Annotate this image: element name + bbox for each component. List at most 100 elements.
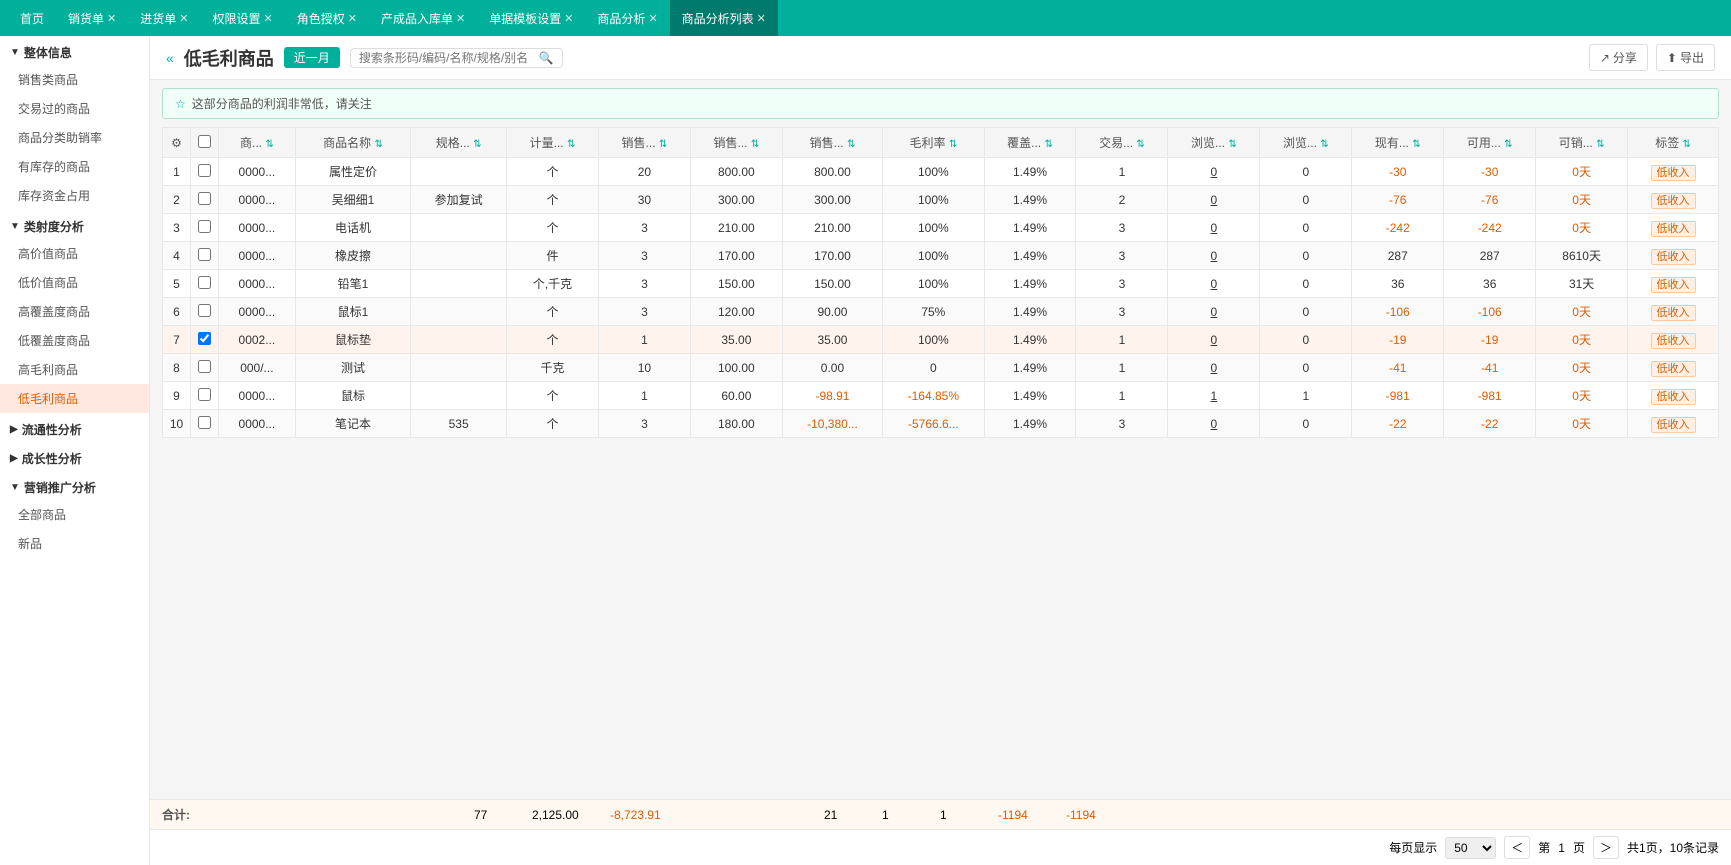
row-sales-qty: 10 — [598, 354, 690, 382]
nav-item-roles[interactable]: 角色授权✕ — [285, 0, 369, 36]
row-checkbox[interactable] — [191, 158, 219, 186]
sidebar-item-high-margin[interactable]: 高毛利商品 — [0, 355, 149, 384]
row-coverage: 1.49% — [984, 382, 1076, 410]
sidebar-group-title-value[interactable]: ▼ 类射度分析 — [0, 210, 149, 239]
sidebar-item-high-value[interactable]: 高价值商品 — [0, 239, 149, 268]
sidebar-item-traded-products[interactable]: 交易过的商品 — [0, 94, 149, 123]
next-page-button[interactable]: ＞ — [1593, 836, 1619, 859]
col-current-stock[interactable]: 现有... ⇅ — [1352, 128, 1444, 158]
col-gross-rate[interactable]: 毛利率 ⇅ — [883, 128, 984, 158]
row-sales-profit: 90.00 — [782, 298, 882, 326]
row-checkbox[interactable] — [191, 354, 219, 382]
row-view1[interactable]: 0 — [1168, 186, 1260, 214]
col-available[interactable]: 可用... ⇅ — [1444, 128, 1536, 158]
close-icon[interactable]: ✕ — [264, 12, 273, 25]
row-checkbox[interactable] — [191, 382, 219, 410]
nav-item-warehouse[interactable]: 产成品入库单✕ — [369, 0, 477, 36]
date-badge[interactable]: 近一月 — [284, 47, 340, 68]
col-sales-qty[interactable]: 销售... ⇅ — [598, 128, 690, 158]
row-view1[interactable]: 1 — [1168, 382, 1260, 410]
row-view1[interactable]: 0 — [1168, 214, 1260, 242]
row-code: 0000... — [219, 214, 296, 242]
close-icon[interactable]: ✕ — [564, 12, 573, 25]
nav-item-template[interactable]: 单据模板设置✕ — [477, 0, 585, 36]
search-input[interactable] — [359, 51, 539, 65]
col-sales-amount[interactable]: 销售... ⇅ — [690, 128, 782, 158]
row-view1[interactable]: 0 — [1168, 354, 1260, 382]
nav-item-home[interactable]: 首页 — [8, 0, 56, 36]
row-checkbox[interactable] — [191, 242, 219, 270]
col-code[interactable]: 商... ⇅ — [219, 128, 296, 158]
col-settings[interactable]: ⚙ — [163, 128, 191, 158]
row-select-checkbox[interactable] — [198, 192, 211, 205]
col-tag[interactable]: 标签 ⇅ — [1628, 128, 1719, 158]
export-button[interactable]: ⬆ 导出 — [1656, 44, 1715, 71]
row-select-checkbox[interactable] — [198, 332, 211, 345]
sidebar-group-title-marketing[interactable]: ▼ 营销推广分析 — [0, 471, 149, 500]
sidebar-collapse-btn[interactable]: « — [166, 50, 174, 66]
row-checkbox[interactable] — [191, 298, 219, 326]
row-select-checkbox[interactable] — [198, 276, 211, 289]
row-select-checkbox[interactable] — [198, 388, 211, 401]
col-spec[interactable]: 规格... ⇅ — [411, 128, 507, 158]
row-name: 吴细细1 — [295, 186, 410, 214]
sidebar-item-sales-products[interactable]: 销售类商品 — [0, 65, 149, 94]
row-select-checkbox[interactable] — [198, 164, 211, 177]
row-checkbox[interactable] — [191, 326, 219, 354]
close-icon[interactable]: ✕ — [648, 12, 657, 25]
row-select-checkbox[interactable] — [198, 304, 211, 317]
col-trade[interactable]: 交易... ⇅ — [1076, 128, 1168, 158]
sidebar-group-title-flow[interactable]: ▶ 流通性分析 — [0, 413, 149, 442]
sidebar-group-title-overall[interactable]: ▼ 整体信息 — [0, 36, 149, 65]
nav-item-purchase[interactable]: 进货单✕ — [128, 0, 200, 36]
row-view1[interactable]: 0 — [1168, 270, 1260, 298]
row-select-checkbox[interactable] — [198, 220, 211, 233]
close-icon[interactable]: ✕ — [179, 12, 188, 25]
nav-item-permissions[interactable]: 权限设置✕ — [200, 0, 284, 36]
search-icon[interactable]: 🔍 — [539, 51, 554, 65]
select-all-checkbox[interactable] — [198, 135, 211, 148]
col-view1[interactable]: 浏览... ⇅ — [1168, 128, 1260, 158]
row-select-checkbox[interactable] — [198, 360, 211, 373]
sidebar-item-category-rate[interactable]: 商品分类助销率 — [0, 123, 149, 152]
col-unit[interactable]: 计量... ⇅ — [507, 128, 599, 158]
row-view1[interactable]: 0 — [1168, 326, 1260, 354]
sidebar-item-new-products[interactable]: 新品 — [0, 529, 149, 558]
col-coverage[interactable]: 覆盖... ⇅ — [984, 128, 1076, 158]
col-saleable[interactable]: 可销... ⇅ — [1536, 128, 1628, 158]
sidebar-item-low-margin[interactable]: 低毛利商品 — [0, 384, 149, 413]
row-checkbox[interactable] — [191, 270, 219, 298]
nav-item-analysis-list[interactable]: 商品分析列表✕ — [670, 0, 778, 36]
close-icon[interactable]: ✕ — [456, 12, 465, 25]
nav-item-analysis[interactable]: 商品分析✕ — [585, 0, 669, 36]
close-icon[interactable]: ✕ — [757, 12, 766, 25]
sidebar-item-low-value[interactable]: 低价值商品 — [0, 268, 149, 297]
row-select-checkbox[interactable] — [198, 416, 211, 429]
sidebar-item-high-coverage[interactable]: 高覆盖度商品 — [0, 297, 149, 326]
row-spec — [411, 298, 507, 326]
row-view1[interactable]: 0 — [1168, 410, 1260, 438]
col-sales-profit[interactable]: 销售... ⇅ — [782, 128, 882, 158]
nav-item-sales[interactable]: 销货单✕ — [56, 0, 128, 36]
row-checkbox[interactable] — [191, 214, 219, 242]
per-page-select[interactable]: 50 100 200 — [1445, 837, 1496, 859]
col-view2[interactable]: 浏览... ⇅ — [1260, 128, 1352, 158]
close-icon[interactable]: ✕ — [348, 12, 357, 25]
row-unit: 个 — [507, 186, 599, 214]
sidebar-item-capital[interactable]: 库存资金占用 — [0, 181, 149, 210]
row-view1[interactable]: 0 — [1168, 242, 1260, 270]
sidebar-item-in-stock[interactable]: 有库存的商品 — [0, 152, 149, 181]
sidebar-item-all-products[interactable]: 全部商品 — [0, 500, 149, 529]
col-checkbox[interactable] — [191, 128, 219, 158]
row-checkbox[interactable] — [191, 410, 219, 438]
share-button[interactable]: ↗ 分享 — [1589, 44, 1648, 71]
row-checkbox[interactable] — [191, 186, 219, 214]
prev-page-button[interactable]: ＜ — [1504, 836, 1530, 859]
close-icon[interactable]: ✕ — [107, 12, 116, 25]
col-name[interactable]: 商品名称 ⇅ — [295, 128, 410, 158]
sidebar-item-low-coverage[interactable]: 低覆盖度商品 — [0, 326, 149, 355]
row-view1[interactable]: 0 — [1168, 298, 1260, 326]
row-view1[interactable]: 0 — [1168, 158, 1260, 186]
sidebar-group-title-growth[interactable]: ▶ 成长性分析 — [0, 442, 149, 471]
row-select-checkbox[interactable] — [198, 248, 211, 261]
